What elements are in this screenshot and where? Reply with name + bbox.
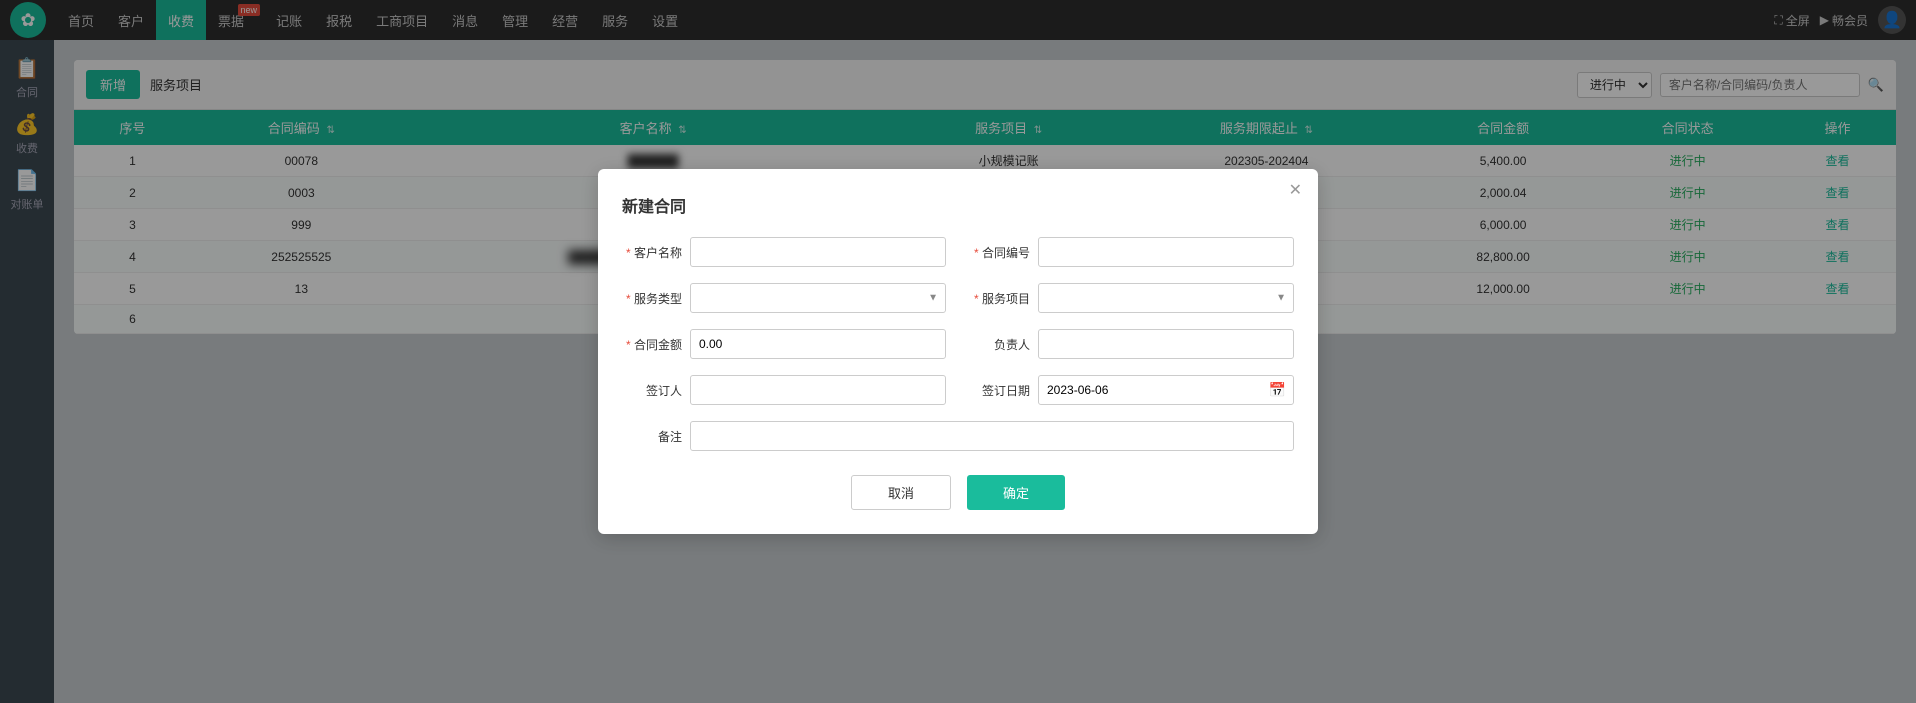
form-row-responsible: 负责人 (970, 329, 1294, 359)
customer-name-input[interactable] (690, 237, 946, 267)
responsible-person-input[interactable] (1038, 329, 1294, 359)
form-row-sign-date: 签订日期 2023-06-06 📅 (970, 375, 1294, 405)
service-type-select[interactable] (690, 283, 946, 313)
form-row-contract-no: 合同编号 (970, 237, 1294, 267)
new-contract-modal: 新建合同 ✕ 客户名称 合同编号 服务类型 ▼ 服务项目 (598, 169, 1318, 534)
service-item-label: 服务项目 (970, 290, 1030, 307)
confirm-button[interactable]: 确定 (967, 475, 1065, 510)
service-item-select-wrap: ▼ (1038, 283, 1294, 313)
contract-no-label: 合同编号 (970, 244, 1030, 261)
modal-title: 新建合同 (622, 193, 1294, 217)
service-item-select[interactable] (1038, 283, 1294, 313)
sign-date-wrap: 2023-06-06 📅 (1038, 375, 1294, 405)
form-grid: 客户名称 合同编号 服务类型 ▼ 服务项目 ▼ (622, 237, 1294, 451)
signatory-label: 签订人 (622, 382, 682, 399)
service-type-label: 服务类型 (622, 290, 682, 307)
calendar-icon[interactable]: 📅 (1269, 382, 1286, 399)
remark-input[interactable] (690, 421, 1294, 451)
modal-close-button[interactable]: ✕ (1289, 183, 1302, 199)
signatory-input[interactable] (690, 375, 946, 405)
form-row-service-item: 服务项目 ▼ (970, 283, 1294, 313)
form-row-signatory: 签订人 (622, 375, 946, 405)
sign-date-input[interactable]: 2023-06-06 (1038, 375, 1294, 405)
service-type-select-wrap: ▼ (690, 283, 946, 313)
cancel-button[interactable]: 取消 (851, 475, 951, 510)
form-row-service-type: 服务类型 ▼ (622, 283, 946, 313)
sign-date-label: 签订日期 (970, 382, 1030, 399)
form-row-customer: 客户名称 (622, 237, 946, 267)
form-row-amount: 合同金额 0.00 (622, 329, 946, 359)
modal-footer: 取消 确定 (622, 475, 1294, 510)
remark-label: 备注 (622, 428, 682, 445)
contract-amount-input[interactable]: 0.00 (690, 329, 946, 359)
form-row-remark: 备注 (622, 421, 1294, 451)
responsible-person-label: 负责人 (970, 336, 1030, 353)
customer-name-label: 客户名称 (622, 244, 682, 261)
contract-amount-label: 合同金额 (622, 336, 682, 353)
contract-no-input[interactable] (1038, 237, 1294, 267)
modal-overlay[interactable]: 新建合同 ✕ 客户名称 合同编号 服务类型 ▼ 服务项目 (0, 0, 1916, 703)
